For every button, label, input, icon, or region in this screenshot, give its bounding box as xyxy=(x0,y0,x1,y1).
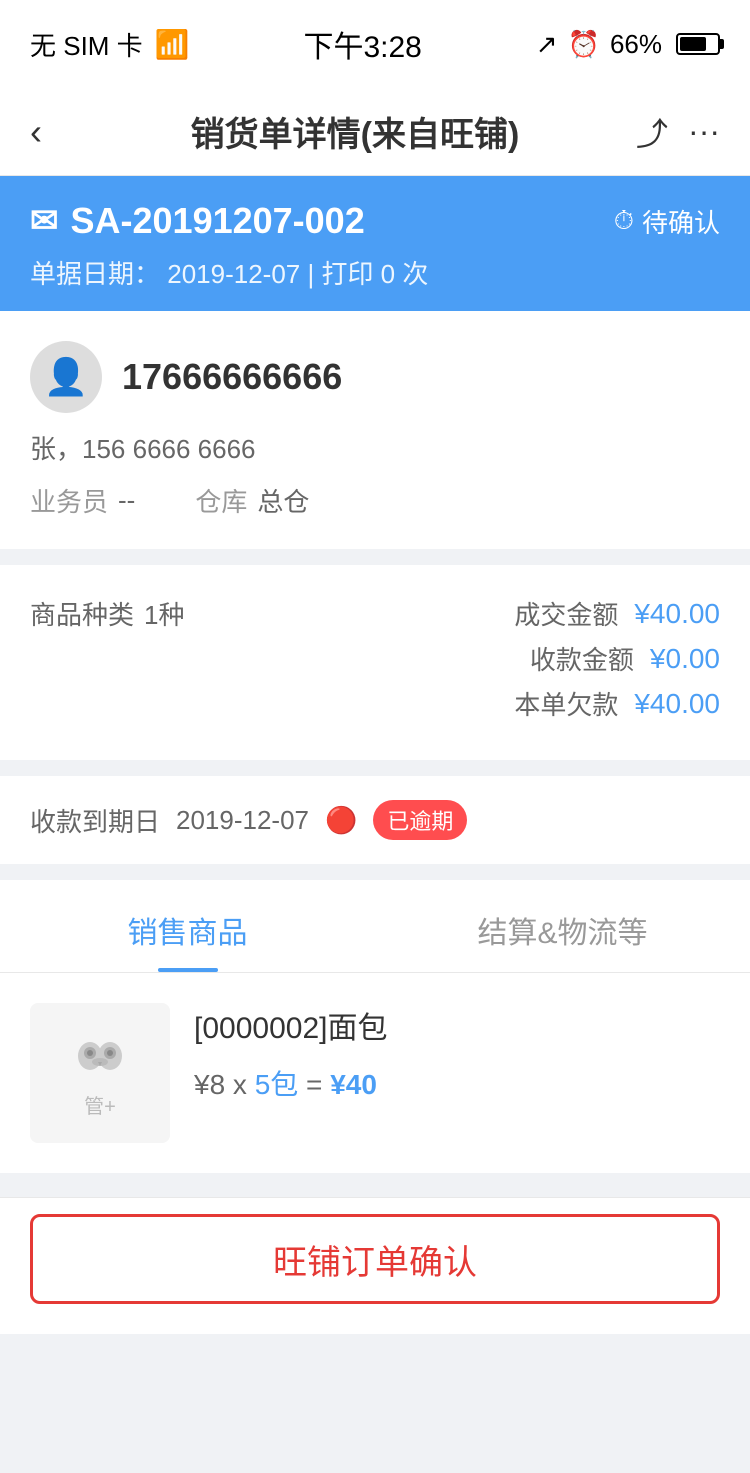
status-bar: 无 SIM 卡 📶 下午3:28 ↗ ⏰ 66% xyxy=(0,0,750,88)
status-time: 下午3:28 xyxy=(303,22,421,66)
due-date-value: 2019-12-07 xyxy=(176,805,309,836)
customer-phone: 17666666666 xyxy=(122,356,342,398)
due-date-label: 收款到期日 xyxy=(30,802,160,839)
product-total: ¥40 xyxy=(330,1069,377,1100)
product-qty: 5包 xyxy=(255,1069,299,1100)
owed-value: ¥40.00 xyxy=(634,688,720,720)
overdue-badge: 已逾期 xyxy=(373,800,467,840)
overdue-icon: 🔴 xyxy=(325,805,357,836)
product-type-label: 商品种类 xyxy=(30,595,134,632)
sales-meta: 业务员 -- xyxy=(30,482,135,519)
amount-value: ¥40.00 xyxy=(634,598,720,630)
summary-section: 商品种类 1种 成交金额 ¥40.00 收款金额 ¥0.00 本单欠款 ¥40.… xyxy=(0,565,750,760)
product-item: 管+ [0000002]面包 ¥8 x 5包 = ¥40 xyxy=(0,973,750,1173)
avatar: 👤 xyxy=(30,341,102,413)
price-base: ¥8 x xyxy=(194,1069,255,1100)
sales-value: -- xyxy=(118,485,135,516)
bottom-bar: 旺铺订单确认 xyxy=(0,1197,750,1334)
status-bar-right: ↗ ⏰ 66% xyxy=(536,29,720,60)
carrier-text: 无 SIM 卡 xyxy=(30,26,143,63)
received-row: 收款金额 ¥0.00 xyxy=(514,640,720,677)
product-type-row: 商品种类 1种 xyxy=(30,595,184,632)
customer-section: 👤 17666666666 张，156 6666 6666 业务员 -- 仓库 … xyxy=(0,311,750,549)
more-icon[interactable]: ··· xyxy=(688,113,720,150)
product-info: [0000002]面包 ¥8 x 5包 = ¥40 xyxy=(194,1003,720,1103)
battery-icon xyxy=(676,33,720,55)
back-button[interactable]: ‹ xyxy=(30,111,90,153)
product-type-value: 1种 xyxy=(144,595,184,632)
order-status: ⏱ 待确认 xyxy=(614,203,720,240)
order-icon: ✉ xyxy=(30,201,59,241)
product-thumbnail: 管+ xyxy=(30,1003,170,1143)
status-bar-left: 无 SIM 卡 📶 xyxy=(30,26,190,63)
location-icon: ↗ xyxy=(536,29,558,60)
product-logo-text: 管+ xyxy=(70,1090,130,1119)
nav-actions: ⤴ ··· xyxy=(620,109,720,155)
alarm-icon: ⏰ xyxy=(568,29,600,60)
received-value: ¥0.00 xyxy=(650,643,720,675)
tabs-header: 销售商品 结算&物流等 xyxy=(0,880,750,973)
customer-name: 张，156 6666 6666 xyxy=(30,429,720,466)
battery-text: 66% xyxy=(610,29,662,60)
page-title: 销货单详情(来自旺铺) xyxy=(90,107,620,156)
amount-label: 成交金额 xyxy=(514,595,618,632)
order-date: 单据日期： 2019-12-07 | 打印 0 次 xyxy=(30,254,720,291)
nav-bar: ‹ 销货单详情(来自旺铺) ⤴ ··· xyxy=(0,88,750,176)
warehouse-label: 仓库 xyxy=(195,482,247,519)
tab-sales-products[interactable]: 销售商品 xyxy=(0,880,375,972)
product-list: 管+ [0000002]面包 ¥8 x 5包 = ¥40 xyxy=(0,973,750,1173)
tab-settlement-logistics[interactable]: 结算&物流等 xyxy=(375,880,750,972)
warehouse-value: 总仓 xyxy=(257,482,309,519)
product-name: [0000002]面包 xyxy=(194,1003,720,1047)
received-label: 收款金额 xyxy=(530,640,634,677)
amount-row: 成交金额 ¥40.00 xyxy=(514,595,720,632)
product-logo-icon xyxy=(70,1028,130,1086)
sales-label: 业务员 xyxy=(30,482,108,519)
due-date-section: 收款到期日 2019-12-07 🔴 已逾期 xyxy=(0,776,750,864)
customer-top-row: 👤 17666666666 xyxy=(30,341,720,413)
product-price: ¥8 x 5包 = ¥40 xyxy=(194,1063,720,1103)
customer-meta: 业务员 -- 仓库 总仓 xyxy=(30,482,720,519)
banner-top-row: ✉ SA-20191207-002 ⏱ 待确认 xyxy=(30,200,720,242)
summary-left: 商品种类 1种 xyxy=(30,595,184,640)
confirm-order-button[interactable]: 旺铺订单确认 xyxy=(30,1214,720,1304)
owed-label: 本单欠款 xyxy=(514,685,618,722)
status-clock-icon: ⏱ xyxy=(614,205,634,237)
order-header-banner: ✉ SA-20191207-002 ⏱ 待确认 单据日期： 2019-12-07… xyxy=(0,176,750,311)
tabs-section: 销售商品 结算&物流等 xyxy=(0,880,750,1173)
summary-right: 成交金额 ¥40.00 收款金额 ¥0.00 本单欠款 ¥40.00 xyxy=(514,595,720,730)
avatar-icon: 👤 xyxy=(44,356,89,398)
share-icon[interactable]: ⤴ xyxy=(636,109,668,155)
wifi-icon: 📶 xyxy=(155,28,190,61)
owed-row: 本单欠款 ¥40.00 xyxy=(514,685,720,722)
warehouse-meta: 仓库 总仓 xyxy=(195,482,309,519)
order-id: ✉ SA-20191207-002 xyxy=(30,200,365,242)
price-separator: = xyxy=(298,1069,330,1100)
